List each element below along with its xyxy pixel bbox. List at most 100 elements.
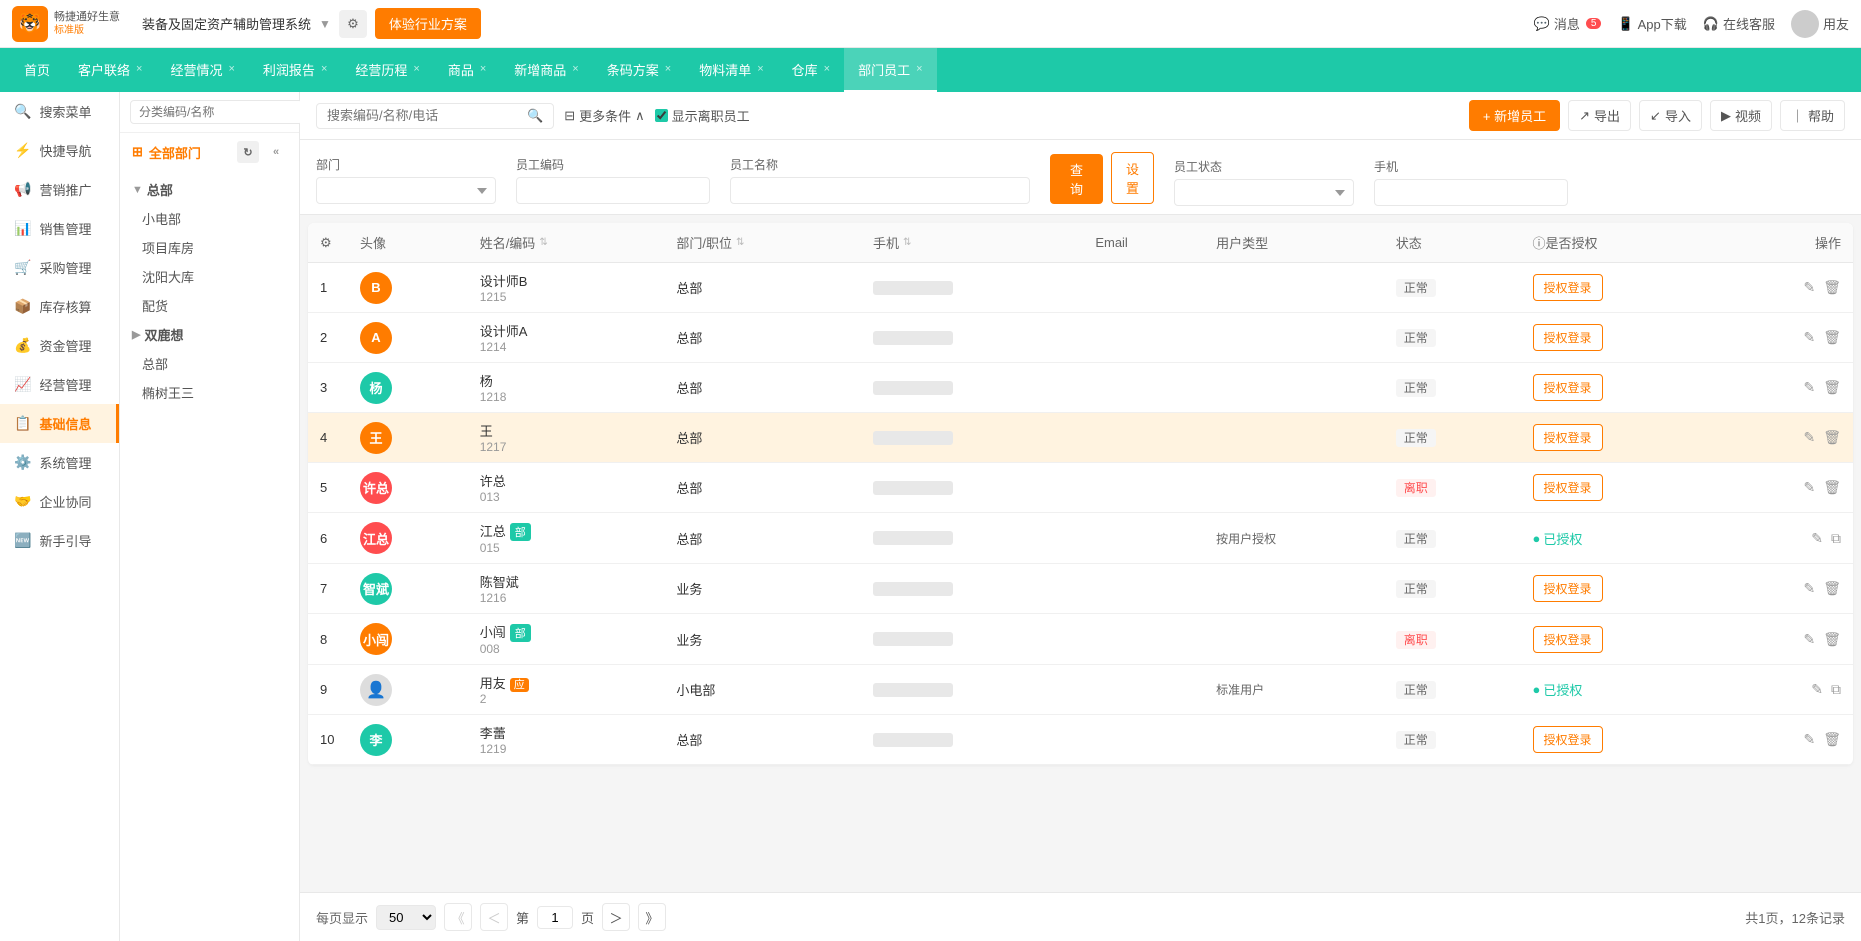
search-input[interactable] [327, 108, 527, 123]
online-service-item[interactable]: 🎧 在线客服 [1703, 14, 1775, 33]
last-page-btn[interactable]: 》 [638, 903, 666, 931]
nav-tab-add-goods[interactable]: 新增商品 × [500, 48, 592, 92]
close-icon[interactable]: × [413, 63, 419, 75]
edit-icon[interactable]: ✎ [1803, 731, 1815, 748]
auth-btn[interactable]: 授权登录 [1533, 626, 1603, 653]
sidebar-item-basic[interactable]: 📋 基础信息 [0, 404, 119, 443]
edit-icon[interactable]: ✎ [1811, 530, 1823, 547]
export-button[interactable]: ↗ 导出 [1568, 100, 1631, 131]
sidebar-item-finance[interactable]: 💰 资金管理 [0, 326, 119, 365]
query-button[interactable]: 查询 [1050, 154, 1103, 204]
sidebar-item-business[interactable]: 📈 经营管理 [0, 365, 119, 404]
sidebar-item-search[interactable]: 🔍 搜索菜单 [0, 92, 119, 131]
edit-icon[interactable]: ✎ [1803, 279, 1815, 296]
delete-icon[interactable]: 🗑 [1823, 479, 1841, 496]
set-button[interactable]: 设置 [1111, 152, 1154, 204]
add-employee-button[interactable]: + 新增员工 [1469, 100, 1560, 131]
dept-node-xiaodian[interactable]: 小电部 [120, 204, 299, 233]
auth-btn[interactable]: 授权登录 [1533, 726, 1603, 753]
next-page-btn[interactable]: ＞ [602, 903, 630, 931]
help-button[interactable]: ｜ 帮助 [1780, 100, 1845, 131]
delete-icon[interactable]: 🗑 [1823, 329, 1841, 346]
nav-tab-home[interactable]: 首页 [10, 48, 64, 92]
auth-btn[interactable]: 授权登录 [1533, 424, 1603, 451]
app-download-item[interactable]: 📱 App下载 [1617, 14, 1686, 33]
view-button[interactable]: ▶ 视频 [1710, 100, 1772, 131]
edit-icon[interactable]: ✎ [1811, 681, 1823, 698]
dept-node-xiangmu[interactable]: 项目库房 [120, 233, 299, 262]
edit-icon[interactable]: ✎ [1803, 429, 1815, 446]
delete-icon[interactable]: 🗑 [1823, 379, 1841, 396]
edit-icon[interactable]: ✎ [1803, 580, 1815, 597]
th-settings[interactable]: ⚙ [308, 223, 348, 263]
copy-icon[interactable]: ⧉ [1831, 681, 1841, 698]
th-dept[interactable]: 部门/职位⇅ [664, 223, 861, 263]
all-dept-item[interactable]: ⊞ 全部部门 ↻ « [120, 133, 299, 171]
sidebar-item-nav[interactable]: ⚡ 快捷导航 [0, 131, 119, 170]
emp-status-select[interactable] [1174, 179, 1354, 206]
delete-icon[interactable]: 🗑 [1823, 429, 1841, 446]
sidebar-item-system[interactable]: ⚙️ 系统管理 [0, 443, 119, 482]
emp-code-input[interactable] [516, 177, 710, 204]
auth-btn[interactable]: 授权登录 [1533, 274, 1603, 301]
dept-node-tuishu[interactable]: 椭树王三 [120, 378, 299, 407]
dept-node-peihuo[interactable]: 配货 [120, 291, 299, 320]
auth-btn[interactable]: 授权登录 [1533, 324, 1603, 351]
sidebar-item-purchase[interactable]: 🛒 采购管理 [0, 248, 119, 287]
settings-icon[interactable]: ⚙ [339, 10, 367, 38]
edit-icon[interactable]: ✎ [1803, 379, 1815, 396]
close-icon[interactable]: × [757, 63, 763, 75]
delete-icon[interactable]: 🗑 [1823, 580, 1841, 597]
dept-node-zongbu[interactable]: ▼总部 [120, 175, 299, 204]
nav-tab-warehouse[interactable]: 仓库 × [778, 48, 844, 92]
user-item[interactable]: 用友 [1791, 10, 1849, 38]
sidebar-item-guide[interactable]: 🆕 新手引导 [0, 521, 119, 560]
more-conditions-btn[interactable]: ⊟ 更多条件 ∧ [564, 106, 644, 125]
close-icon[interactable]: × [228, 63, 234, 75]
close-icon[interactable]: × [824, 63, 830, 75]
nav-tab-profit[interactable]: 利润报告 × [249, 48, 341, 92]
nav-tab-department[interactable]: 部门员工 × [844, 48, 936, 92]
sidebar-item-inventory[interactable]: 📦 库存核算 [0, 287, 119, 326]
close-icon[interactable]: × [321, 63, 327, 75]
page-size-select[interactable]: 50 20 100 [376, 905, 436, 930]
phone-input[interactable] [1374, 179, 1568, 206]
first-page-btn[interactable]: 《 [444, 903, 472, 931]
prev-page-btn[interactable]: ＜ [480, 903, 508, 931]
dept-refresh-icon[interactable]: ↻ [237, 141, 259, 163]
nav-tab-barcode[interactable]: 条码方案 × [593, 48, 685, 92]
close-icon[interactable]: × [665, 63, 671, 75]
dept-select[interactable] [316, 177, 496, 204]
message-item[interactable]: 💬 消息 5 [1534, 14, 1602, 33]
edit-icon[interactable]: ✎ [1803, 479, 1815, 496]
edit-icon[interactable]: ✎ [1803, 631, 1815, 648]
dept-node-zongbu2[interactable]: 总部 [120, 349, 299, 378]
delete-icon[interactable]: 🗑 [1823, 731, 1841, 748]
nav-tab-history[interactable]: 经营历程 × [341, 48, 433, 92]
close-icon[interactable]: × [136, 63, 142, 75]
copy-icon[interactable]: ⧉ [1831, 530, 1841, 547]
auth-btn[interactable]: 授权登录 [1533, 374, 1603, 401]
auth-btn[interactable]: 授权登录 [1533, 474, 1603, 501]
nav-tab-customer[interactable]: 客户联络 × [64, 48, 156, 92]
show-resigned-checkbox[interactable]: 显示离职员工 [655, 106, 750, 125]
sidebar-item-collab[interactable]: 🤝 企业协同 [0, 482, 119, 521]
dept-collapse-icon[interactable]: « [265, 141, 287, 163]
page-input[interactable] [537, 906, 573, 929]
experience-button[interactable]: 体验行业方案 [375, 8, 481, 39]
close-icon[interactable]: × [572, 63, 578, 75]
dept-node-shuanglu[interactable]: ▶双鹿想 [120, 320, 299, 349]
delete-icon[interactable]: 🗑 [1823, 279, 1841, 296]
sidebar-item-marketing[interactable]: 📢 营销推广 [0, 170, 119, 209]
sidebar-item-sales[interactable]: 📊 销售管理 [0, 209, 119, 248]
nav-tab-business[interactable]: 经营情况 × [156, 48, 248, 92]
nav-tab-goods[interactable]: 商品 × [434, 48, 500, 92]
edit-icon[interactable]: ✎ [1803, 329, 1815, 346]
dept-search-input[interactable] [130, 100, 303, 124]
close-icon[interactable]: × [916, 63, 922, 75]
th-name[interactable]: 姓名/编码⇅ [468, 223, 665, 263]
auth-btn[interactable]: 授权登录 [1533, 575, 1603, 602]
import-button[interactable]: ↙ 导入 [1639, 100, 1702, 131]
th-phone[interactable]: 手机⇅ [861, 223, 1083, 263]
dept-node-shenyang[interactable]: 沈阳大库 [120, 262, 299, 291]
